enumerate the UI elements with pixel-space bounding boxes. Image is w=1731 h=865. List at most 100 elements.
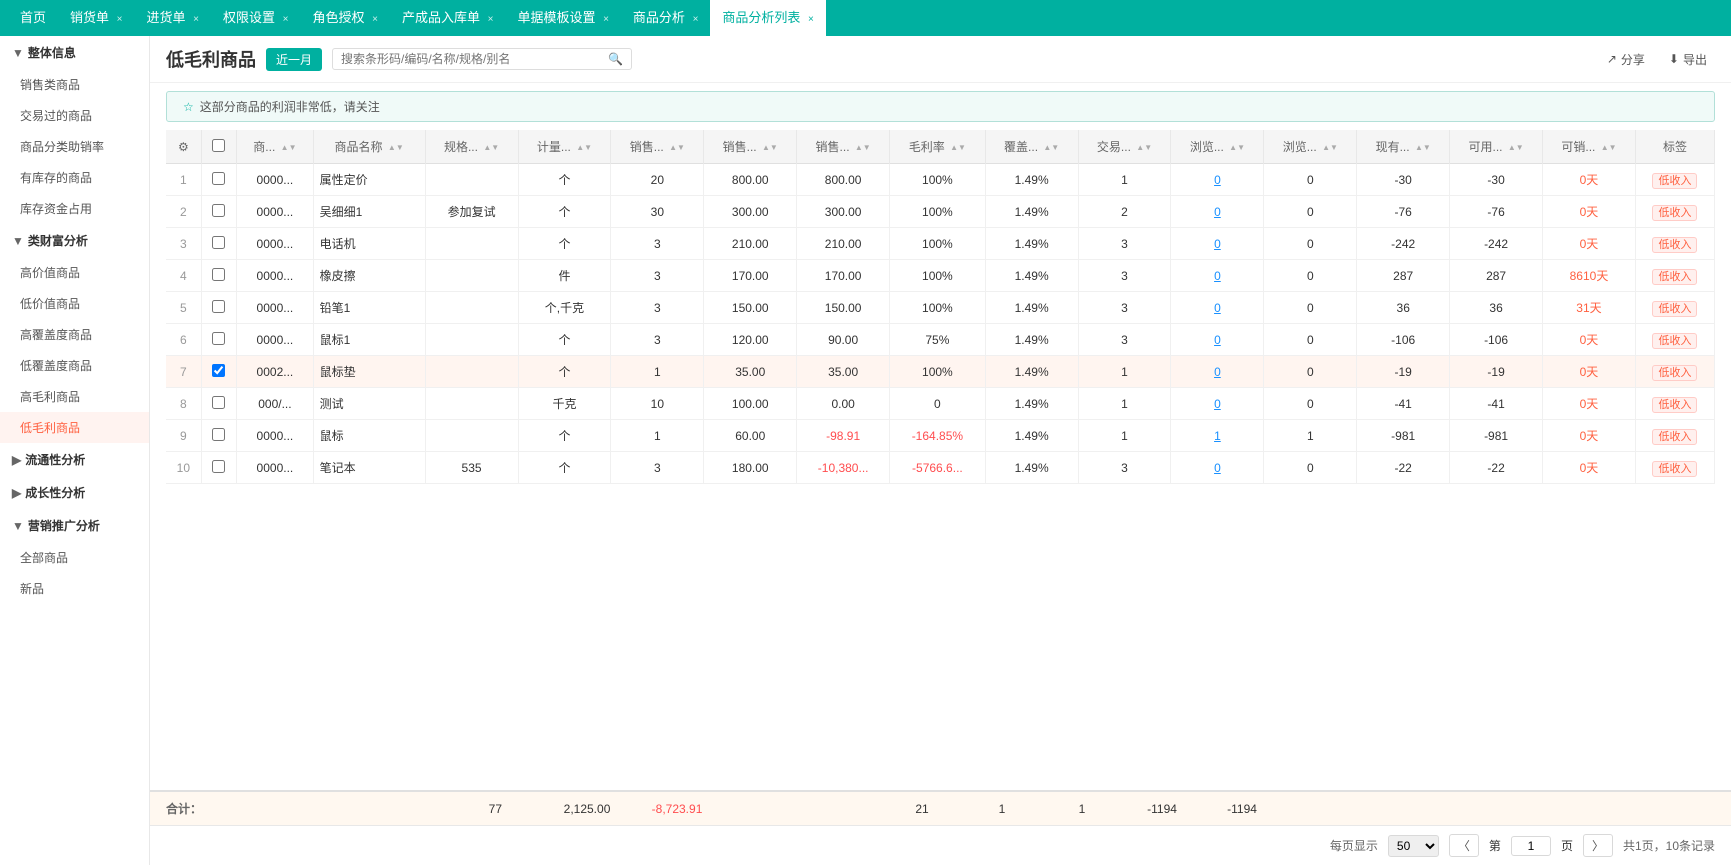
- row-views1[interactable]: 0: [1171, 228, 1264, 260]
- nav-sales[interactable]: 销货单 ×: [58, 0, 134, 36]
- nav-close-permission[interactable]: ×: [283, 14, 289, 25]
- col-sales-profit[interactable]: 销售... ▲▼: [797, 130, 890, 164]
- nav-role[interactable]: 角色授权 ×: [300, 0, 389, 36]
- row-select-checkbox[interactable]: [212, 172, 225, 185]
- row-sales-profit: -98.91: [797, 420, 890, 452]
- col-settings[interactable]: ⚙: [166, 130, 201, 164]
- row-views1[interactable]: 0: [1171, 388, 1264, 420]
- prev-page-button[interactable]: 〈: [1449, 834, 1479, 857]
- sidebar-item-low-margin[interactable]: 低毛利商品: [0, 412, 149, 443]
- search-input[interactable]: [341, 52, 604, 66]
- next-page-button[interactable]: 〉: [1583, 834, 1613, 857]
- row-views1[interactable]: 0: [1171, 452, 1264, 484]
- nav-product-entry[interactable]: 产成品入库单 ×: [390, 0, 505, 36]
- nav-close-role[interactable]: ×: [372, 14, 378, 25]
- row-available: -41: [1450, 388, 1543, 420]
- sidebar-item-low-value[interactable]: 低价值商品: [0, 288, 149, 319]
- nav-permission[interactable]: 权限设置 ×: [211, 0, 300, 36]
- sidebar-item-stock-products[interactable]: 有库存的商品: [0, 162, 149, 193]
- row-checkbox[interactable]: [201, 164, 236, 196]
- page-number-input[interactable]: [1511, 836, 1551, 856]
- settings-icon[interactable]: ⚙: [178, 140, 189, 154]
- nav-close-analysis-list[interactable]: ×: [808, 14, 814, 25]
- row-views1[interactable]: 0: [1171, 196, 1264, 228]
- col-views1[interactable]: 浏览... ▲▼: [1171, 130, 1264, 164]
- col-saleable[interactable]: 可销... ▲▼: [1543, 130, 1636, 164]
- col-unit[interactable]: 计量... ▲▼: [518, 130, 611, 164]
- row-checkbox[interactable]: [201, 420, 236, 452]
- row-checkbox[interactable]: [201, 324, 236, 356]
- row-checkbox[interactable]: [201, 196, 236, 228]
- col-code[interactable]: 商... ▲▼: [237, 130, 314, 164]
- sidebar-item-high-margin[interactable]: 高毛利商品: [0, 381, 149, 412]
- col-sales-qty[interactable]: 销售... ▲▼: [611, 130, 704, 164]
- row-select-checkbox[interactable]: [212, 396, 225, 409]
- sidebar-group-circulation-header[interactable]: ▶ 流通性分析: [0, 443, 149, 476]
- col-gross-margin[interactable]: 毛利率 ▲▼: [890, 130, 986, 164]
- row-checkbox[interactable]: [201, 260, 236, 292]
- nav-close-template[interactable]: ×: [603, 14, 609, 25]
- sidebar-item-high-value[interactable]: 高价值商品: [0, 257, 149, 288]
- sidebar-item-traded-products[interactable]: 交易过的商品: [0, 100, 149, 131]
- row-checkbox[interactable]: [201, 228, 236, 260]
- row-select-checkbox[interactable]: [212, 364, 225, 377]
- col-checkbox[interactable]: [201, 130, 236, 164]
- sidebar-item-low-coverage[interactable]: 低覆盖度商品: [0, 350, 149, 381]
- nav-home[interactable]: 首页: [8, 0, 58, 36]
- nav-purchase[interactable]: 进货单 ×: [135, 0, 211, 36]
- sidebar-group-wealth-header[interactable]: ▼ 类财富分析: [0, 224, 149, 257]
- sidebar-group-growth-header[interactable]: ▶ 成长性分析: [0, 476, 149, 509]
- row-views1[interactable]: 1: [1171, 420, 1264, 452]
- col-available[interactable]: 可用... ▲▼: [1450, 130, 1543, 164]
- sidebar-item-inventory-capital[interactable]: 库存资金占用: [0, 193, 149, 224]
- col-tag[interactable]: 标签: [1635, 130, 1714, 164]
- row-checkbox[interactable]: [201, 452, 236, 484]
- sidebar-group-overall-header[interactable]: ▼ 整体信息: [0, 36, 149, 69]
- row-checkbox[interactable]: [201, 388, 236, 420]
- row-views1[interactable]: 0: [1171, 356, 1264, 388]
- row-tag: 低收入: [1635, 356, 1714, 388]
- nav-product-analysis-list[interactable]: 商品分析列表 ×: [710, 0, 825, 36]
- sidebar-group-marketing-header[interactable]: ▼ 营销推广分析: [0, 509, 149, 542]
- sidebar-item-sales-products[interactable]: 销售类商品: [0, 69, 149, 100]
- row-select-checkbox[interactable]: [212, 268, 225, 281]
- col-name[interactable]: 商品名称 ▲▼: [313, 130, 425, 164]
- sidebar-item-high-coverage[interactable]: 高覆盖度商品: [0, 319, 149, 350]
- row-checkbox[interactable]: [201, 356, 236, 388]
- col-current-stock[interactable]: 现有... ▲▼: [1357, 130, 1450, 164]
- row-tag: 低收入: [1635, 324, 1714, 356]
- nav-close-purchase[interactable]: ×: [193, 14, 199, 25]
- export-button[interactable]: ⬇ 导出: [1661, 48, 1715, 71]
- row-views1[interactable]: 0: [1171, 292, 1264, 324]
- row-select-checkbox[interactable]: [212, 332, 225, 345]
- row-select-checkbox[interactable]: [212, 236, 225, 249]
- col-sales-price[interactable]: 销售... ▲▼: [704, 130, 797, 164]
- sidebar-item-new-products[interactable]: 新品: [0, 573, 149, 604]
- row-number: 3: [166, 228, 201, 260]
- col-coverage[interactable]: 覆盖... ▲▼: [985, 130, 1078, 164]
- row-select-checkbox[interactable]: [212, 300, 225, 313]
- row-views1[interactable]: 0: [1171, 324, 1264, 356]
- nav-product-analysis[interactable]: 商品分析 ×: [621, 0, 710, 36]
- nav-close-analysis[interactable]: ×: [693, 14, 699, 25]
- nav-close-product[interactable]: ×: [488, 14, 494, 25]
- col-spec[interactable]: 规格... ▲▼: [425, 130, 518, 164]
- row-select-checkbox[interactable]: [212, 428, 225, 441]
- row-views1[interactable]: 0: [1171, 260, 1264, 292]
- sidebar-item-category-sales-rate[interactable]: 商品分类助销率: [0, 131, 149, 162]
- row-select-checkbox[interactable]: [212, 204, 225, 217]
- row-sales-profit: 300.00: [797, 196, 890, 228]
- sidebar-item-all-products[interactable]: 全部商品: [0, 542, 149, 573]
- row-checkbox[interactable]: [201, 292, 236, 324]
- row-views1[interactable]: 0: [1171, 164, 1264, 196]
- period-button[interactable]: 近一月: [266, 48, 322, 71]
- row-select-checkbox[interactable]: [212, 460, 225, 473]
- page-size-select[interactable]: 50 100 200: [1388, 835, 1439, 857]
- nav-close-sales[interactable]: ×: [117, 14, 123, 25]
- search-icon[interactable]: 🔍: [608, 52, 623, 66]
- col-views2[interactable]: 浏览... ▲▼: [1264, 130, 1357, 164]
- select-all-checkbox[interactable]: [212, 139, 225, 152]
- col-transactions[interactable]: 交易... ▲▼: [1078, 130, 1171, 164]
- nav-template[interactable]: 单据模板设置 ×: [505, 0, 620, 36]
- share-button[interactable]: ↗ 分享: [1599, 48, 1653, 71]
